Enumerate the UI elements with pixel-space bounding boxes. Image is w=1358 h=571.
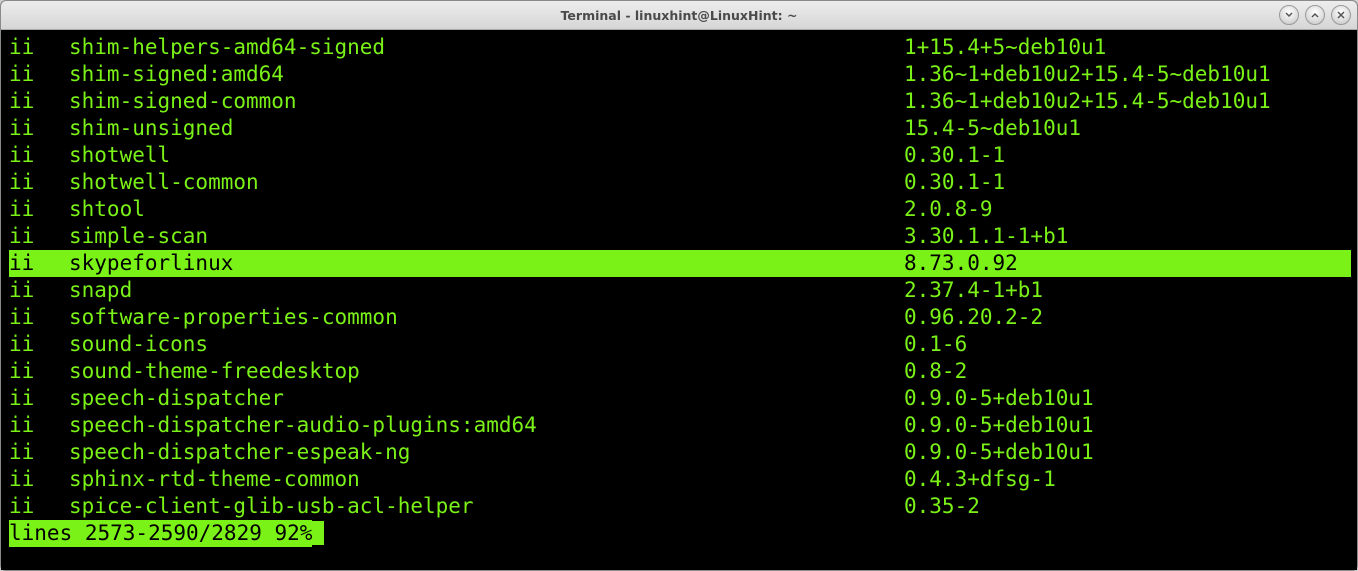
package-name: shotwell-common <box>69 169 904 196</box>
package-name: shtool <box>69 196 904 223</box>
package-name: shim-helpers-amd64-signed <box>69 34 904 61</box>
package-row: iishotwell-common0.30.1-1 <box>9 169 1351 196</box>
package-version: 1.36~1+deb10u2+15.4-5~deb10u1 <box>904 88 1351 115</box>
package-row: iiskypeforlinux8.73.0.92 <box>9 250 1351 277</box>
package-version: 2.0.8-9 <box>904 196 1351 223</box>
package-version: 0.30.1-1 <box>904 142 1351 169</box>
maximize-icon <box>1310 10 1320 20</box>
package-version: 0.9.0-5+deb10u1 <box>904 439 1351 466</box>
package-version: 2.37.4-1+b1 <box>904 277 1351 304</box>
package-version: 0.4.3+dfsg-1 <box>904 466 1351 493</box>
package-row: iisphinx-rtd-theme-common0.4.3+dfsg-1 <box>9 466 1351 493</box>
package-row: iishim-helpers-amd64-signed1+15.4+5~deb1… <box>9 34 1351 61</box>
package-name: sound-theme-freedesktop <box>69 358 904 385</box>
package-name: sound-icons <box>69 331 904 358</box>
cursor-icon <box>312 521 324 545</box>
package-row: iispeech-dispatcher-espeak-ng0.9.0-5+deb… <box>9 439 1351 466</box>
package-name: speech-dispatcher-audio-plugins:amd64 <box>69 412 904 439</box>
package-version: 1.36~1+deb10u2+15.4-5~deb10u1 <box>904 61 1351 88</box>
pager-line: lines 2573-2590/2829 92% <box>9 520 1351 547</box>
package-status: ii <box>9 439 69 466</box>
package-version: 1+15.4+5~deb10u1 <box>904 34 1351 61</box>
package-status: ii <box>9 277 69 304</box>
package-version: 15.4-5~deb10u1 <box>904 115 1351 142</box>
package-status: ii <box>9 304 69 331</box>
package-name: spice-client-glib-usb-acl-helper <box>69 493 904 520</box>
package-status: ii <box>9 142 69 169</box>
package-row: iisoftware-properties-common0.96.20.2-2 <box>9 304 1351 331</box>
package-name: shotwell <box>69 142 904 169</box>
package-name: speech-dispatcher <box>69 385 904 412</box>
package-version: 0.35-2 <box>904 493 1351 520</box>
package-row: iishotwell0.30.1-1 <box>9 142 1351 169</box>
package-status: ii <box>9 88 69 115</box>
package-version: 0.8-2 <box>904 358 1351 385</box>
window-title: Terminal - linuxhint@LinuxHint: ~ <box>1 8 1357 23</box>
package-row: iispeech-dispatcher-audio-plugins:amd640… <box>9 412 1351 439</box>
package-status: ii <box>9 331 69 358</box>
package-version: 0.1-6 <box>904 331 1351 358</box>
minimize-button[interactable] <box>1279 5 1299 25</box>
package-status: ii <box>9 61 69 88</box>
package-name: snapd <box>69 277 904 304</box>
minimize-icon <box>1284 10 1294 20</box>
titlebar[interactable]: Terminal - linuxhint@LinuxHint: ~ <box>1 1 1357 30</box>
package-name: speech-dispatcher-espeak-ng <box>69 439 904 466</box>
package-row: iishtool2.0.8-9 <box>9 196 1351 223</box>
terminal-window: Terminal - linuxhint@LinuxHint: ~ iishim… <box>0 0 1358 571</box>
package-status: ii <box>9 493 69 520</box>
package-status: ii <box>9 223 69 250</box>
package-status: ii <box>9 250 69 277</box>
package-name: software-properties-common <box>69 304 904 331</box>
close-button[interactable] <box>1331 5 1351 25</box>
package-status: ii <box>9 466 69 493</box>
package-row: iispice-client-glib-usb-acl-helper0.35-2 <box>9 493 1351 520</box>
terminal-output[interactable]: iishim-helpers-amd64-signed1+15.4+5~deb1… <box>1 30 1357 570</box>
pager-status: lines 2573-2590/2829 92% <box>9 520 312 547</box>
package-row: iisound-icons0.1-6 <box>9 331 1351 358</box>
package-row: iisimple-scan3.30.1.1-1+b1 <box>9 223 1351 250</box>
close-icon <box>1336 10 1346 20</box>
package-name: shim-unsigned <box>69 115 904 142</box>
package-row: iishim-signed:amd641.36~1+deb10u2+15.4-5… <box>9 61 1351 88</box>
package-status: ii <box>9 196 69 223</box>
package-name: sphinx-rtd-theme-common <box>69 466 904 493</box>
package-name: shim-signed-common <box>69 88 904 115</box>
package-status: ii <box>9 34 69 61</box>
package-name: simple-scan <box>69 223 904 250</box>
package-status: ii <box>9 412 69 439</box>
package-name: skypeforlinux <box>69 250 904 277</box>
package-version: 3.30.1.1-1+b1 <box>904 223 1351 250</box>
package-name: shim-signed:amd64 <box>69 61 904 88</box>
package-status: ii <box>9 169 69 196</box>
package-version: 8.73.0.92 <box>904 250 1351 277</box>
package-row: iishim-unsigned15.4-5~deb10u1 <box>9 115 1351 142</box>
package-status: ii <box>9 358 69 385</box>
package-status: ii <box>9 385 69 412</box>
package-row: iisnapd2.37.4-1+b1 <box>9 277 1351 304</box>
package-row: iispeech-dispatcher0.9.0-5+deb10u1 <box>9 385 1351 412</box>
maximize-button[interactable] <box>1305 5 1325 25</box>
package-version: 0.30.1-1 <box>904 169 1351 196</box>
package-version: 0.96.20.2-2 <box>904 304 1351 331</box>
window-controls <box>1279 5 1351 25</box>
package-version: 0.9.0-5+deb10u1 <box>904 385 1351 412</box>
package-row: iisound-theme-freedesktop0.8-2 <box>9 358 1351 385</box>
package-version: 0.9.0-5+deb10u1 <box>904 412 1351 439</box>
package-row: iishim-signed-common1.36~1+deb10u2+15.4-… <box>9 88 1351 115</box>
package-status: ii <box>9 115 69 142</box>
